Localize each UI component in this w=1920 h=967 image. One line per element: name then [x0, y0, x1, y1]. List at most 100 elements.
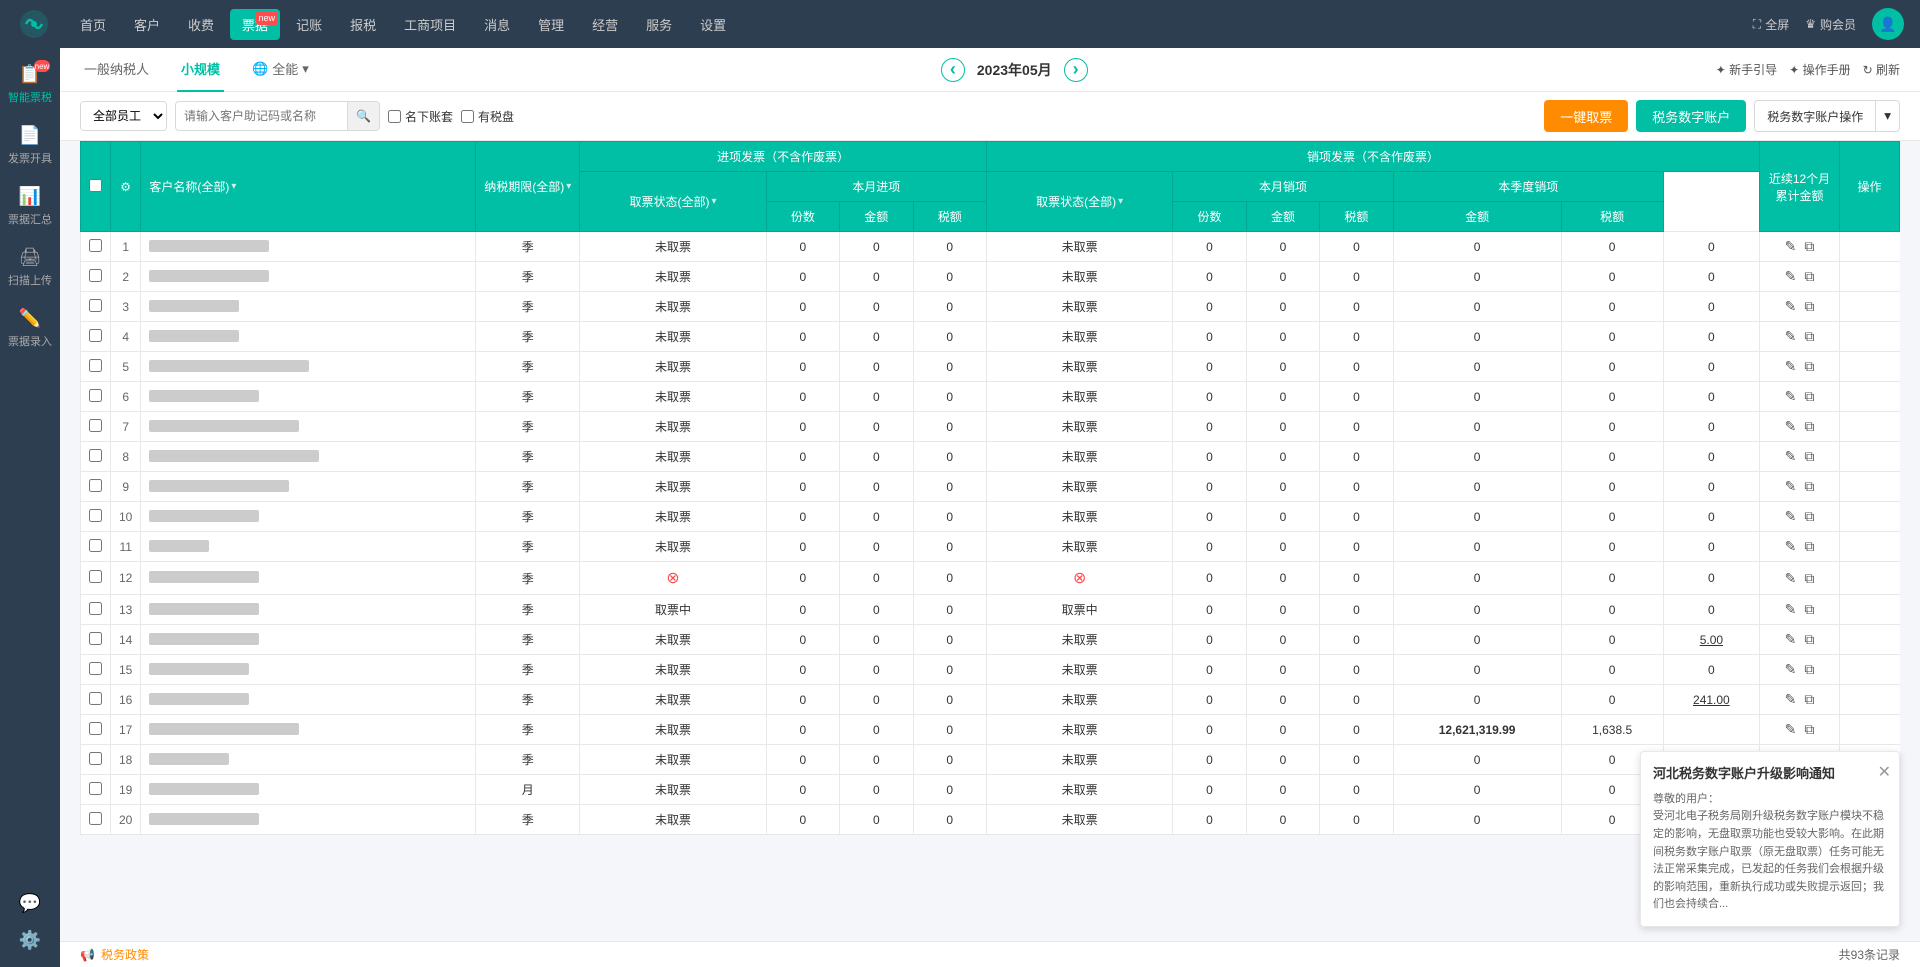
copy-icon[interactable]: ⧉ [1804, 328, 1814, 345]
tax-digital-account-op-dropdown[interactable]: ▾ [1875, 100, 1900, 132]
row-checkbox-cell[interactable] [81, 382, 111, 412]
chat-button[interactable]: 💬 [19, 893, 41, 914]
row-checkbox[interactable] [89, 269, 102, 282]
row-checkbox[interactable] [89, 389, 102, 402]
nav-billing[interactable]: 收费 [176, 9, 226, 40]
fullscreen-button[interactable]: ⛶ 全屏 [1753, 16, 1789, 33]
employee-select[interactable]: 全部员工 [81, 102, 166, 130]
row-checkbox-cell[interactable] [81, 625, 111, 655]
row-checkbox-cell[interactable] [81, 232, 111, 262]
prev-month-button[interactable]: ‹ [941, 58, 965, 82]
edit-icon[interactable]: ✎ [1785, 478, 1797, 495]
vip-button[interactable]: ♛ 购会员 [1805, 16, 1856, 33]
search-button[interactable]: 🔍 [347, 102, 379, 130]
tax-period-header[interactable]: 纳税期限(全部) ▾ [476, 142, 580, 232]
edit-icon[interactable]: ✎ [1785, 721, 1797, 738]
row-checkbox-cell[interactable] [81, 775, 111, 805]
nav-operation[interactable]: 经营 [580, 9, 630, 40]
in-status-header[interactable]: 取票状态(全部) ▾ [580, 172, 766, 232]
next-month-button[interactable]: › [1064, 58, 1088, 82]
row-checkbox[interactable] [89, 299, 102, 312]
copy-icon[interactable]: ⧉ [1804, 570, 1814, 587]
copy-icon[interactable]: ⧉ [1804, 631, 1814, 648]
row-checkbox-cell[interactable] [81, 805, 111, 835]
new-guide-link[interactable]: ✦ 新手引导 [1716, 61, 1777, 78]
edit-icon[interactable]: ✎ [1785, 631, 1797, 648]
edit-icon[interactable]: ✎ [1785, 238, 1797, 255]
checkbox-all-header[interactable] [81, 142, 111, 232]
row-checkbox[interactable] [89, 570, 102, 583]
checkbox-subacc[interactable] [388, 110, 401, 123]
copy-icon[interactable]: ⧉ [1804, 268, 1814, 285]
row-checkbox-cell[interactable] [81, 562, 111, 595]
nav-invoice[interactable]: 票据 new [230, 9, 280, 40]
row-checkbox-cell[interactable] [81, 685, 111, 715]
nav-settings[interactable]: 设置 [688, 9, 738, 40]
settings-button[interactable]: ⚙️ [19, 930, 41, 951]
copy-icon[interactable]: ⧉ [1804, 721, 1814, 738]
row-checkbox-cell[interactable] [81, 595, 111, 625]
copy-icon[interactable]: ⧉ [1804, 661, 1814, 678]
row-checkbox-cell[interactable] [81, 502, 111, 532]
edit-icon[interactable]: ✎ [1785, 570, 1797, 587]
select-all-checkbox[interactable] [89, 179, 102, 192]
sidebar-item-scan-upload[interactable]: 🖨 扫描上传 [4, 239, 56, 296]
gear-col-header[interactable]: ⚙ [111, 142, 141, 232]
row-checkbox[interactable] [89, 479, 102, 492]
copy-icon[interactable]: ⧉ [1804, 478, 1814, 495]
customer-name-header[interactable]: 客户名称(全部) ▾ [141, 142, 476, 232]
row-checkbox[interactable] [89, 722, 102, 735]
copy-icon[interactable]: ⧉ [1804, 508, 1814, 525]
manual-link[interactable]: ✦ 操作手册 [1789, 61, 1850, 78]
edit-icon[interactable]: ✎ [1785, 328, 1797, 345]
row-checkbox-cell[interactable] [81, 532, 111, 562]
avatar[interactable]: 👤 [1872, 8, 1904, 40]
sidebar-item-issue-invoice[interactable]: 📄 发票开具 [4, 117, 56, 174]
row-checkbox-cell[interactable] [81, 745, 111, 775]
copy-icon[interactable]: ⧉ [1804, 538, 1814, 555]
row-checkbox[interactable] [89, 632, 102, 645]
edit-icon[interactable]: ✎ [1785, 418, 1797, 435]
copy-icon[interactable]: ⧉ [1804, 298, 1814, 315]
row-checkbox[interactable] [89, 239, 102, 252]
row-checkbox[interactable] [89, 449, 102, 462]
row-checkbox-cell[interactable] [81, 322, 111, 352]
tax-digital-account-op-button[interactable]: 税务数字账户操作 [1754, 100, 1875, 132]
tab-all-capability[interactable]: 🌐 全能 ▾ [248, 48, 313, 92]
row-checkbox[interactable] [89, 752, 102, 765]
search-input[interactable] [176, 102, 347, 130]
tab-small-scale[interactable]: 小规模 [177, 48, 224, 92]
nav-home[interactable]: 首页 [68, 9, 118, 40]
edit-icon[interactable]: ✎ [1785, 268, 1797, 285]
row-checkbox-cell[interactable] [81, 412, 111, 442]
copy-icon[interactable]: ⧉ [1804, 358, 1814, 375]
row-checkbox[interactable] [89, 509, 102, 522]
nav-business[interactable]: 工商项目 [392, 9, 468, 40]
edit-icon[interactable]: ✎ [1785, 298, 1797, 315]
one-key-ticket-button[interactable]: 一键取票 [1544, 100, 1628, 132]
nav-customer[interactable]: 客户 [122, 9, 172, 40]
row-checkbox-cell[interactable] [81, 715, 111, 745]
row-checkbox[interactable] [89, 539, 102, 552]
copy-icon[interactable]: ⧉ [1804, 448, 1814, 465]
edit-icon[interactable]: ✎ [1785, 661, 1797, 678]
copy-icon[interactable]: ⧉ [1804, 691, 1814, 708]
row-checkbox[interactable] [89, 692, 102, 705]
edit-icon[interactable]: ✎ [1785, 691, 1797, 708]
edit-icon[interactable]: ✎ [1785, 508, 1797, 525]
sidebar-item-smart-invoice[interactable]: 📋 智能票税 new [4, 56, 56, 113]
nav-tax[interactable]: 报税 [338, 9, 388, 40]
label-subacc[interactable]: 名下账套 [388, 108, 453, 125]
edit-icon[interactable]: ✎ [1785, 601, 1797, 618]
row-checkbox-cell[interactable] [81, 472, 111, 502]
nav-message[interactable]: 消息 [472, 9, 522, 40]
copy-icon[interactable]: ⧉ [1804, 418, 1814, 435]
row-checkbox-cell[interactable] [81, 655, 111, 685]
row-checkbox[interactable] [89, 419, 102, 432]
notice-close-button[interactable]: ✕ [1878, 760, 1891, 786]
row-checkbox[interactable] [89, 662, 102, 675]
nav-bookkeeping[interactable]: 记账 [284, 9, 334, 40]
row-checkbox-cell[interactable] [81, 442, 111, 472]
row-checkbox-cell[interactable] [81, 352, 111, 382]
edit-icon[interactable]: ✎ [1785, 448, 1797, 465]
